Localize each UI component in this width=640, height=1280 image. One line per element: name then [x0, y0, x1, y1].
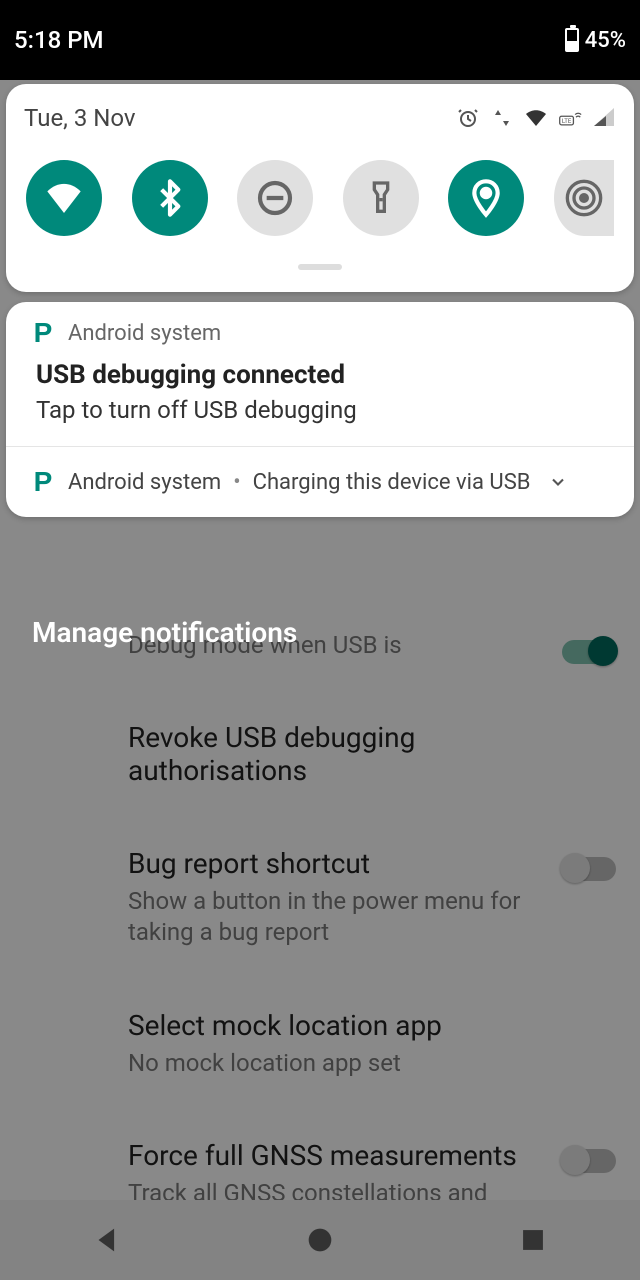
status-bar: 5:18 PM 45% [0, 0, 640, 80]
status-time: 5:18 PM [14, 26, 104, 54]
battery-icon [565, 28, 579, 52]
notification-app-name: Android system [68, 470, 221, 495]
signal-icon [592, 106, 616, 130]
triangle-back-icon [90, 1223, 124, 1257]
status-right: 45% [565, 28, 626, 53]
qs-hotspot-toggle[interactable] [554, 160, 614, 236]
android-p-icon: P [30, 469, 56, 495]
separator-dot: • [233, 470, 240, 495]
notification-header: P Android system [6, 302, 634, 354]
notification-summary: Charging this device via USB [253, 470, 531, 495]
quick-settings-panel: Tue, 3 Nov LTE [6, 84, 634, 292]
navigation-bar [0, 1200, 640, 1280]
nav-back-button[interactable] [85, 1218, 129, 1262]
location-icon [466, 178, 506, 218]
nav-recents-button[interactable] [511, 1218, 555, 1262]
qs-wifi-toggle[interactable] [26, 160, 102, 236]
android-p-icon: P [30, 320, 56, 346]
wifi-icon [524, 106, 548, 130]
notification-charging[interactable]: P Android system • Charging this device … [6, 447, 634, 517]
flashlight-icon [361, 178, 401, 218]
qs-date: Tue, 3 Nov [24, 104, 136, 132]
notification-title: USB debugging connected [36, 360, 604, 390]
notification-usb-debugging[interactable]: P Android system USB debugging connected… [6, 302, 634, 446]
notification-app-name: Android system [68, 321, 221, 346]
chevron-down-icon [548, 472, 568, 492]
notification-card: P Android system USB debugging connected… [6, 302, 634, 517]
square-recents-icon [516, 1223, 550, 1257]
qs-flashlight-toggle[interactable] [343, 160, 419, 236]
svg-text:LTE: LTE [562, 118, 572, 125]
bluetooth-icon [150, 178, 190, 218]
alarm-icon [456, 106, 480, 130]
volte-icon: LTE [558, 106, 582, 130]
qs-toggle-row [24, 160, 616, 236]
hotspot-icon [564, 178, 604, 218]
qs-dnd-toggle[interactable] [237, 160, 313, 236]
circle-home-icon [303, 1223, 337, 1257]
qs-expand-handle[interactable] [298, 264, 342, 270]
qs-bluetooth-toggle[interactable] [132, 160, 208, 236]
qs-header: Tue, 3 Nov LTE [24, 104, 616, 132]
notification-shade: Tue, 3 Nov LTE [6, 84, 634, 517]
dnd-icon [255, 178, 295, 218]
wifi-icon [44, 178, 84, 218]
qs-status-icons: LTE [456, 106, 616, 130]
battery-percent: 45% [585, 28, 626, 53]
qs-location-toggle[interactable] [448, 160, 524, 236]
manage-notifications-link[interactable]: Manage notifications [32, 616, 297, 649]
notification-subtitle: Tap to turn off USB debugging [36, 396, 604, 424]
nav-home-button[interactable] [298, 1218, 342, 1262]
data-arrows-icon [490, 106, 514, 130]
